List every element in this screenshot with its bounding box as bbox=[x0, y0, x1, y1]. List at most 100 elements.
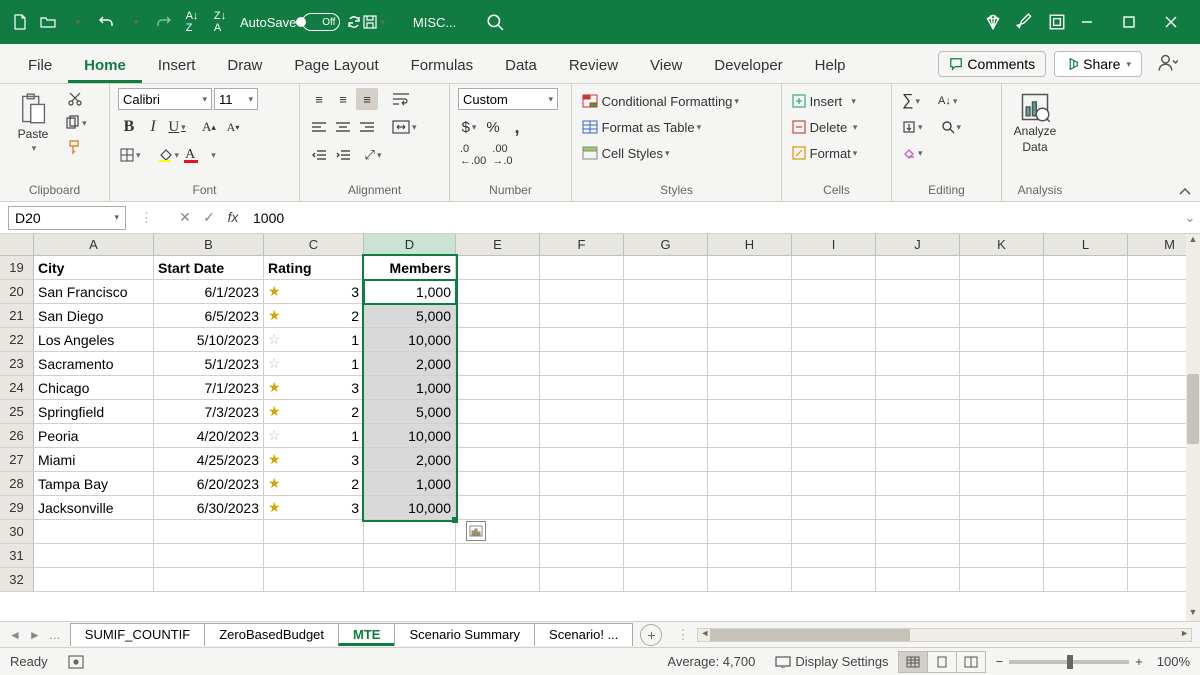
cell[interactable]: ★3 bbox=[264, 376, 364, 400]
align-left-icon[interactable] bbox=[308, 116, 330, 138]
cut-icon[interactable] bbox=[62, 88, 89, 110]
cell[interactable]: Springfield bbox=[34, 400, 154, 424]
bold-button[interactable]: B bbox=[118, 116, 140, 138]
cell[interactable] bbox=[540, 280, 624, 304]
cell[interactable] bbox=[34, 520, 154, 544]
cell[interactable] bbox=[624, 544, 708, 568]
page-break-view-icon[interactable] bbox=[956, 651, 986, 673]
maximize-button[interactable] bbox=[1108, 6, 1150, 38]
cell[interactable] bbox=[960, 352, 1044, 376]
cell[interactable] bbox=[456, 280, 540, 304]
cell[interactable] bbox=[1128, 424, 1186, 448]
minimize-button[interactable] bbox=[1066, 6, 1108, 38]
analyze-data-button[interactable]: Analyze Data bbox=[1010, 88, 1060, 158]
font-color-icon[interactable]: A▾ bbox=[183, 144, 218, 166]
cell[interactable] bbox=[624, 448, 708, 472]
clear-icon[interactable]: ▾ bbox=[900, 142, 925, 164]
cell-styles-button[interactable]: Cell Styles▾ bbox=[580, 142, 773, 164]
cell[interactable]: 1,000 bbox=[364, 280, 456, 304]
cell[interactable] bbox=[456, 256, 540, 280]
grow-font-icon[interactable]: A▴ bbox=[198, 116, 220, 138]
sheet-prev-icon[interactable]: ◄ bbox=[6, 628, 24, 642]
cell[interactable] bbox=[1044, 424, 1128, 448]
sheet-tab[interactable]: SUMIF_COUNTIF bbox=[70, 623, 205, 646]
align-top-icon[interactable]: ≡ bbox=[308, 88, 330, 110]
cell[interactable]: Rating bbox=[264, 256, 364, 280]
row-header[interactable]: 28 bbox=[0, 472, 34, 496]
column-header[interactable]: B bbox=[154, 234, 264, 256]
app-mode-icon[interactable] bbox=[1048, 13, 1066, 31]
cell[interactable] bbox=[624, 568, 708, 592]
cell[interactable]: Start Date bbox=[154, 256, 264, 280]
tab-home[interactable]: Home bbox=[68, 49, 142, 83]
cell[interactable] bbox=[34, 568, 154, 592]
cell[interactable] bbox=[876, 472, 960, 496]
cell[interactable]: Sacramento bbox=[34, 352, 154, 376]
cell[interactable] bbox=[456, 544, 540, 568]
cell[interactable]: 2,000 bbox=[364, 448, 456, 472]
cell[interactable]: ★2 bbox=[264, 472, 364, 496]
enter-formula-icon[interactable]: ✓ bbox=[197, 209, 221, 226]
cell[interactable] bbox=[960, 544, 1044, 568]
cell[interactable]: ☆1 bbox=[264, 352, 364, 376]
cell[interactable] bbox=[624, 424, 708, 448]
cell[interactable] bbox=[876, 496, 960, 520]
row-header[interactable]: 31 bbox=[0, 544, 34, 568]
sheet-tab[interactable]: Scenario! ... bbox=[534, 623, 633, 646]
cell[interactable]: 4/25/2023 bbox=[154, 448, 264, 472]
cell[interactable] bbox=[960, 424, 1044, 448]
cell[interactable]: ★3 bbox=[264, 280, 364, 304]
zoom-slider[interactable] bbox=[1009, 660, 1129, 664]
cell[interactable]: Peoria bbox=[34, 424, 154, 448]
cell[interactable] bbox=[792, 376, 876, 400]
cell[interactable]: 10,000 bbox=[364, 496, 456, 520]
cell[interactable] bbox=[1044, 280, 1128, 304]
cell[interactable] bbox=[540, 496, 624, 520]
cell[interactable] bbox=[624, 376, 708, 400]
cell[interactable] bbox=[154, 568, 264, 592]
name-box[interactable]: D20▾ bbox=[8, 206, 126, 230]
user-icon[interactable] bbox=[1154, 49, 1182, 77]
increase-decimal-icon[interactable]: .0←.00 bbox=[458, 144, 488, 166]
cell[interactable] bbox=[1128, 400, 1186, 424]
comments-button[interactable]: Comments bbox=[938, 51, 1046, 77]
cell[interactable]: San Francisco bbox=[34, 280, 154, 304]
underline-button[interactable]: U▾ bbox=[166, 116, 188, 138]
cell[interactable] bbox=[792, 328, 876, 352]
cell[interactable]: 5,000 bbox=[364, 304, 456, 328]
decrease-decimal-icon[interactable]: .00→.0 bbox=[490, 144, 514, 166]
cell[interactable] bbox=[876, 304, 960, 328]
scroll-up-icon[interactable]: ▲ bbox=[1186, 234, 1200, 248]
cell[interactable] bbox=[540, 352, 624, 376]
cell[interactable] bbox=[364, 520, 456, 544]
delete-cells-button[interactable]: Delete ▾ bbox=[790, 116, 883, 138]
hscroll-thumb[interactable] bbox=[710, 629, 910, 641]
tab-page-layout[interactable]: Page Layout bbox=[278, 49, 394, 83]
fill-handle[interactable] bbox=[452, 517, 458, 523]
cell[interactable] bbox=[708, 256, 792, 280]
cell[interactable] bbox=[792, 280, 876, 304]
cell[interactable] bbox=[456, 352, 540, 376]
tab-data[interactable]: Data bbox=[489, 49, 553, 83]
column-header[interactable]: H bbox=[708, 234, 792, 256]
cell[interactable] bbox=[154, 520, 264, 544]
column-header[interactable]: F bbox=[540, 234, 624, 256]
search-icon[interactable] bbox=[486, 13, 504, 31]
collapse-ribbon-icon[interactable] bbox=[1178, 187, 1192, 197]
row-header[interactable]: 21 bbox=[0, 304, 34, 328]
align-middle-icon[interactable]: ≡ bbox=[332, 88, 354, 110]
select-all-corner[interactable] bbox=[0, 234, 34, 256]
row-header[interactable]: 23 bbox=[0, 352, 34, 376]
cell[interactable] bbox=[624, 400, 708, 424]
cancel-formula-icon[interactable]: ✕ bbox=[173, 209, 197, 226]
cell[interactable] bbox=[960, 520, 1044, 544]
cell[interactable] bbox=[624, 304, 708, 328]
pen-icon[interactable] bbox=[1016, 13, 1034, 31]
format-painter-icon[interactable] bbox=[62, 136, 89, 158]
cell[interactable] bbox=[960, 304, 1044, 328]
save-icon[interactable] bbox=[362, 14, 378, 30]
cell[interactable] bbox=[960, 376, 1044, 400]
tab-developer[interactable]: Developer bbox=[698, 49, 798, 83]
cell[interactable] bbox=[456, 304, 540, 328]
row-header[interactable]: 32 bbox=[0, 568, 34, 592]
